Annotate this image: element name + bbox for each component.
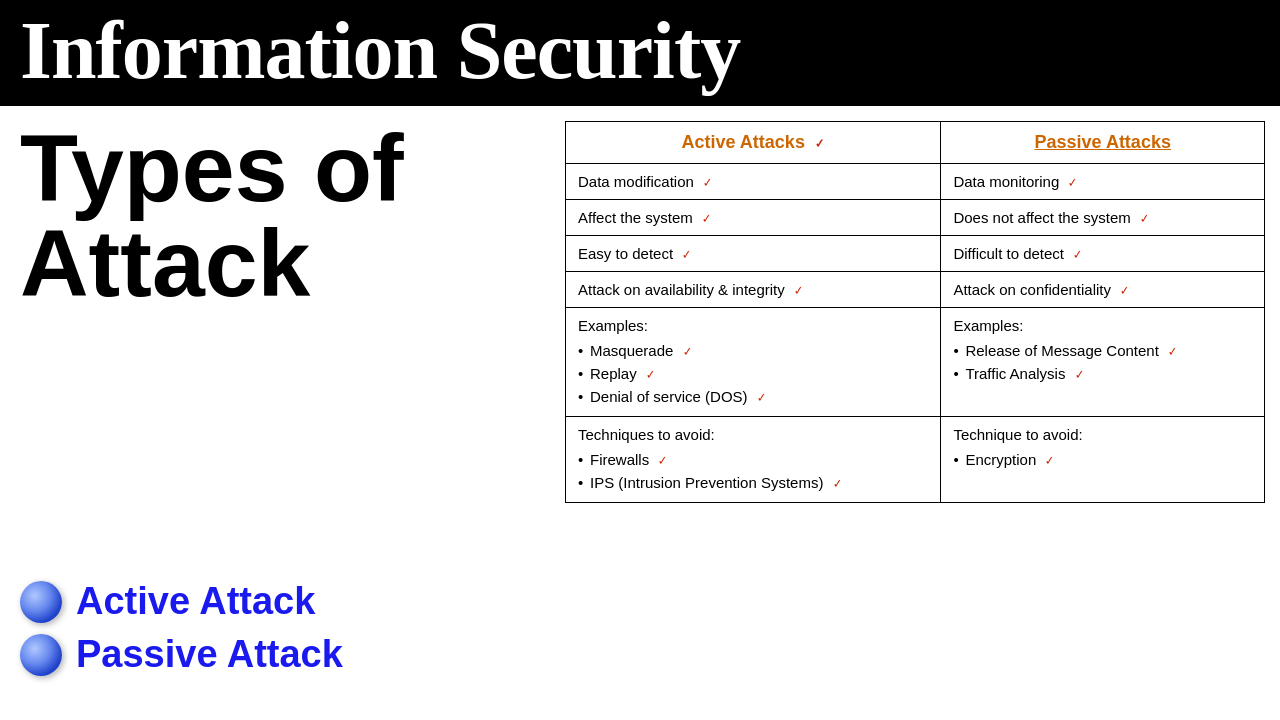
bullet-active: Active Attack <box>20 580 540 623</box>
tick-2a: ✓ <box>701 211 712 229</box>
passive-difficult-detect: Difficult to detect ✓ <box>941 236 1265 272</box>
passive-techniques: Technique to avoid: Encryption ✓ <box>941 417 1265 503</box>
active-examples-label: Examples: <box>578 315 928 336</box>
tick-3p: ✓ <box>1072 247 1083 265</box>
page-title: Information Security <box>20 10 1260 92</box>
list-item: Masquerade ✓ <box>578 340 928 361</box>
table-row: Techniques to avoid: Firewalls ✓ IPS (In… <box>566 417 1265 503</box>
list-item: IPS (Intrusion Prevention Systems) ✓ <box>578 472 928 493</box>
passive-confidentiality: Attack on confidentiality ✓ <box>941 272 1265 308</box>
table-row: Examples: Masquerade ✓ Replay ✓ <box>566 308 1265 417</box>
right-panel: Active Attacks ✓ Passive Attacks Data mo… <box>560 106 1280 711</box>
active-examples: Examples: Masquerade ✓ Replay ✓ <box>566 308 941 417</box>
passive-examples-label: Examples: <box>953 315 1252 336</box>
active-availability-integrity: Attack on availability & integrity ✓ <box>566 272 941 308</box>
list-item: Encryption ✓ <box>953 449 1252 470</box>
bullets-section: Active Attack Passive Attack <box>20 580 540 701</box>
bullet-icon-passive <box>20 634 62 676</box>
passive-examples: Examples: Release of Message Content ✓ T… <box>941 308 1265 417</box>
table-row: Easy to detect ✓ Difficult to detect ✓ <box>566 236 1265 272</box>
tick-3a: ✓ <box>682 247 693 265</box>
table-row: Attack on availability & integrity ✓ Att… <box>566 272 1265 308</box>
main-content: Types of Attack Active Attack Passive At… <box>0 106 1280 711</box>
passive-data-monitoring: Data monitoring ✓ <box>941 164 1265 200</box>
passive-attack-label: Passive Attack <box>76 633 343 676</box>
tick-1a: ✓ <box>702 175 713 193</box>
list-item: Denial of service (DOS) ✓ <box>578 386 928 407</box>
active-techniques-list: Firewalls ✓ IPS (Intrusion Prevention Sy… <box>578 449 928 493</box>
table-row: Data modification ✓ Data monitoring ✓ <box>566 164 1265 200</box>
table-row: Affect the system ✓ Does not affect the … <box>566 200 1265 236</box>
active-techniques-label: Techniques to avoid: <box>578 424 928 445</box>
passive-techniques-list: Encryption ✓ <box>953 449 1252 470</box>
list-item: Release of Message Content ✓ <box>953 340 1252 361</box>
list-item: Traffic Analysis ✓ <box>953 363 1252 384</box>
header-tick-active: ✓ <box>814 137 825 152</box>
subtitle-line2: Attack <box>20 210 310 316</box>
tick-4a: ✓ <box>793 283 804 301</box>
active-affect-system: Affect the system ✓ <box>566 200 941 236</box>
tick-1p: ✓ <box>1068 175 1079 193</box>
bullet-icon-active <box>20 581 62 623</box>
left-panel: Types of Attack Active Attack Passive At… <box>0 106 560 711</box>
tick-4p: ✓ <box>1119 283 1130 301</box>
passive-not-affect: Does not affect the system ✓ <box>941 200 1265 236</box>
tick-2p: ✓ <box>1139 211 1150 229</box>
list-item: Firewalls ✓ <box>578 449 928 470</box>
attack-table: Active Attacks ✓ Passive Attacks Data mo… <box>565 121 1265 503</box>
active-techniques: Techniques to avoid: Firewalls ✓ IPS (In… <box>566 417 941 503</box>
active-easy-detect: Easy to detect ✓ <box>566 236 941 272</box>
list-item: Replay ✓ <box>578 363 928 384</box>
col-active-header: Active Attacks ✓ <box>566 122 941 164</box>
subtitle: Types of Attack <box>20 121 540 311</box>
subtitle-line1: Types of <box>20 115 404 221</box>
passive-examples-list: Release of Message Content ✓ Traffic Ana… <box>953 340 1252 384</box>
col-passive-header: Passive Attacks <box>941 122 1265 164</box>
active-data-modification: Data modification ✓ <box>566 164 941 200</box>
active-attack-label: Active Attack <box>76 580 315 623</box>
passive-techniques-label: Technique to avoid: <box>953 424 1252 445</box>
bullet-passive: Passive Attack <box>20 633 540 676</box>
active-examples-list: Masquerade ✓ Replay ✓ Denial of service … <box>578 340 928 407</box>
header-bar: Information Security <box>0 0 1280 106</box>
